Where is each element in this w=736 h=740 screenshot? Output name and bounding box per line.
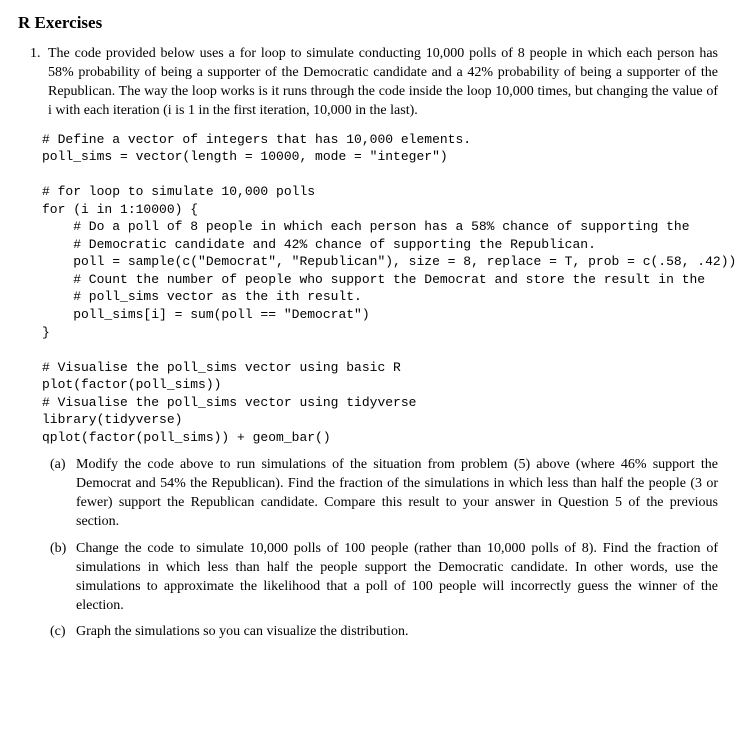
subpart-b-label: (b): [50, 540, 66, 559]
intro-text: The code provided below uses a for loop …: [48, 46, 718, 118]
subpart-a: (a) Modify the code above to run simulat…: [76, 456, 718, 532]
exercise-list: 1.The code provided below uses a for loo…: [18, 45, 718, 642]
subpart-a-label: (a): [50, 456, 66, 475]
item-number: 1.: [30, 45, 48, 64]
section-heading: R Exercises: [18, 12, 718, 35]
subpart-c: (c) Graph the simulations so you can vis…: [76, 623, 718, 642]
exercise-intro: 1.The code provided below uses a for loo…: [48, 45, 718, 121]
subpart-b: (b) Change the code to simulate 10,000 p…: [76, 540, 718, 616]
subpart-b-text: Change the code to simulate 10,000 polls…: [76, 541, 718, 613]
subpart-c-text: Graph the simulations so you can visuali…: [76, 624, 408, 639]
subparts-list: (a) Modify the code above to run simulat…: [48, 456, 718, 642]
subpart-a-text: Modify the code above to run simulations…: [76, 457, 718, 529]
code-block: # Define a vector of integers that has 1…: [42, 131, 718, 447]
exercise-item-1: 1.The code provided below uses a for loo…: [48, 45, 718, 642]
subpart-c-label: (c): [50, 623, 66, 642]
